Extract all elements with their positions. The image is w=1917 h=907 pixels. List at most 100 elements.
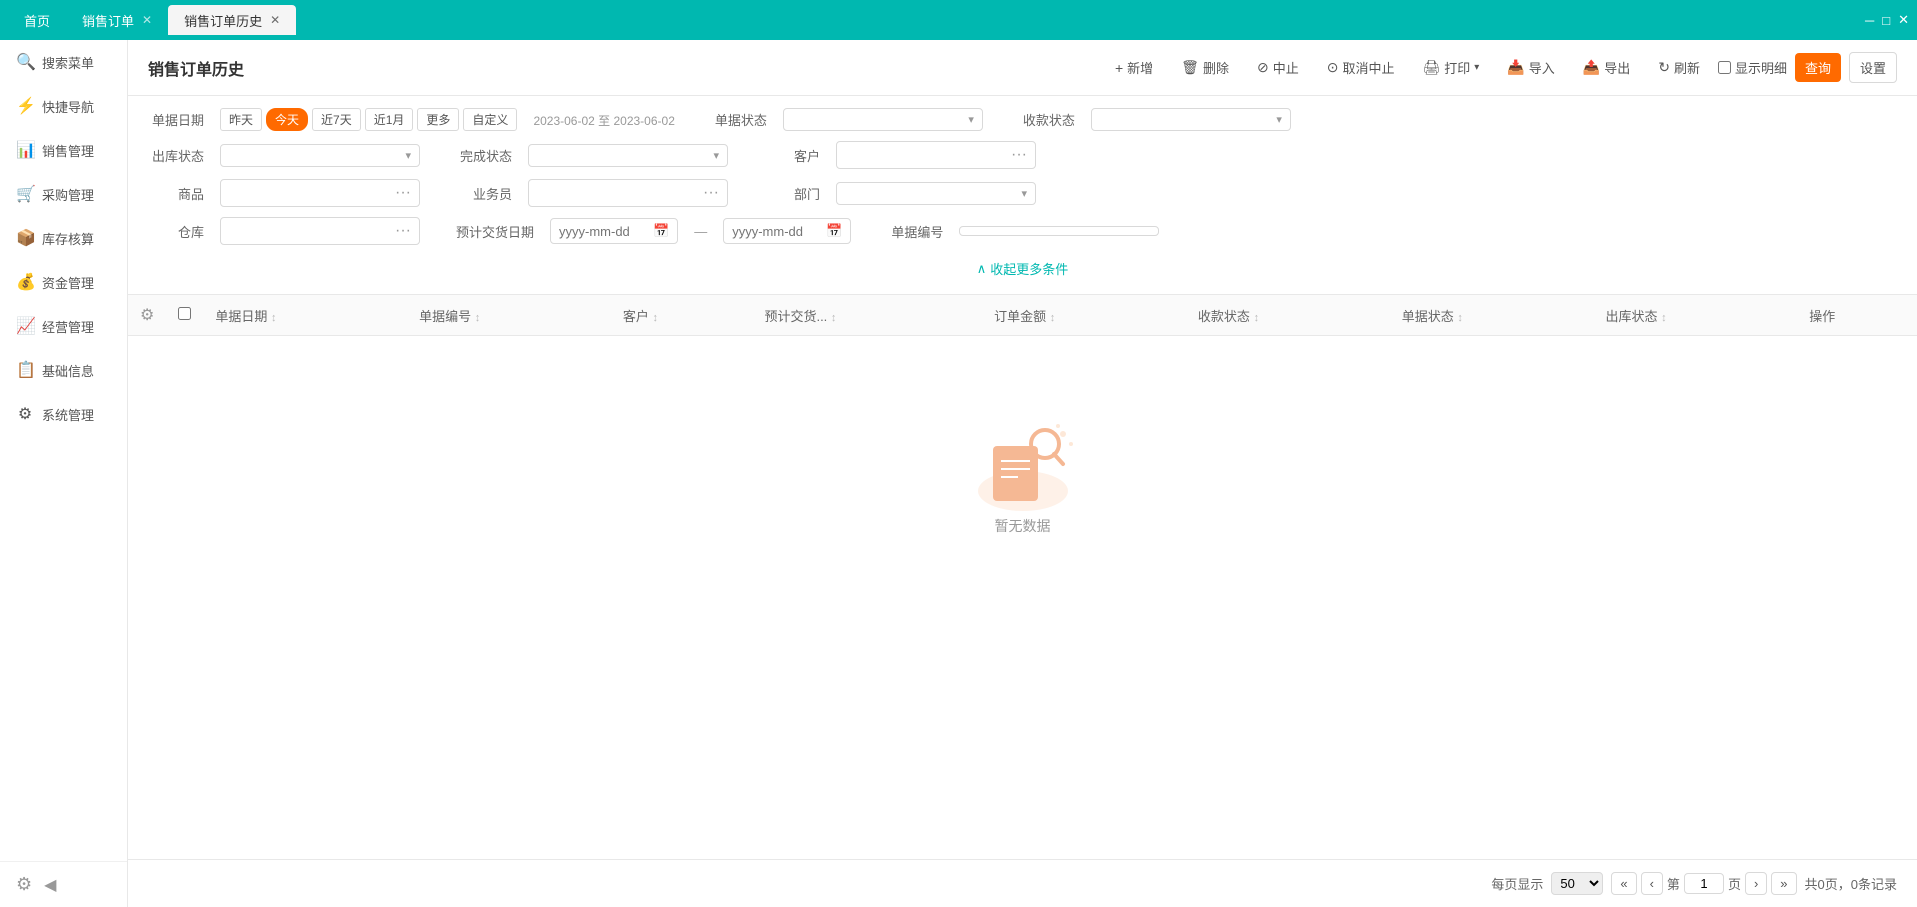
delivery-status-select[interactable]: ▾ (220, 144, 420, 167)
collapse-button[interactable]: ∧ 收起更多条件 (148, 255, 1897, 282)
query-label: 查询 (1805, 58, 1831, 77)
table-settings-icon[interactable]: ⚙ (140, 307, 154, 324)
sidebar-item-quick-nav[interactable]: ⚡ 快捷导航 (0, 84, 127, 128)
col-customer[interactable]: 客户 (611, 295, 753, 336)
display-detail-toggle[interactable]: 显示明细 (1718, 58, 1787, 77)
date-group: 昨天 今天 近7天 近1月 更多 自定义 2023-06-02 至 2023-0… (220, 108, 675, 131)
stop-button[interactable]: ⊘ 中止 (1247, 53, 1309, 82)
tab-sales-order-history[interactable]: 销售订单历史 ✕ (168, 5, 296, 35)
cancel-stop-button[interactable]: ⊙ 取消中止 (1317, 53, 1405, 82)
delete-button[interactable]: 🗑 删除 (1171, 53, 1239, 82)
filter-row-3: 商品 ··· 业务员 ··· 部门 ▾ (148, 179, 1897, 207)
tab-sales-order-close[interactable]: ✕ (142, 13, 152, 27)
bill-no-label: 单据编号 (887, 222, 943, 241)
delivery-status-label: 出库状态 (148, 146, 204, 165)
sidebar-item-sys-mgmt[interactable]: ⚙ 系统管理 (0, 392, 127, 436)
product-dots-icon[interactable]: ··· (395, 184, 411, 202)
print-label: 打印 (1444, 58, 1470, 77)
date-range-text: 2023-06-02 至 2023-06-02 (533, 112, 674, 129)
print-arrow-icon: ▾ (1474, 62, 1479, 73)
sidebar: 🔍 搜索菜单 ⚡ 快捷导航 📊 销售管理 🛒 采购管理 📦 库存核算 💰 资金管… (0, 40, 128, 907)
expected-date-label: 预计交货日期 (456, 222, 534, 241)
close-btn[interactable]: ✕ (1898, 12, 1909, 28)
minimize-btn[interactable]: ─ (1865, 13, 1874, 28)
window-controls: ─ □ ✕ (1865, 12, 1909, 28)
display-detail-label: 显示明细 (1735, 58, 1787, 77)
col-bill-status[interactable]: 单据状态 (1390, 295, 1594, 336)
sidebar-item-sales-mgmt[interactable]: 📊 销售管理 (0, 128, 127, 172)
query-button[interactable]: 查询 (1795, 53, 1841, 82)
prev-page-btn[interactable]: ‹ (1641, 872, 1663, 895)
main-layout: 🔍 搜索菜单 ⚡ 快捷导航 📊 销售管理 🛒 采购管理 📦 库存核算 💰 资金管… (0, 40, 1917, 907)
sidebar-item-base-info[interactable]: 📋 基础信息 (0, 348, 127, 392)
col-payment-status-label: 收款状态 (1198, 309, 1250, 324)
tab-sales-order-history-close[interactable]: ✕ (270, 13, 280, 27)
sidebar-item-purchase-mgmt[interactable]: 🛒 采购管理 (0, 172, 127, 216)
warehouse-input[interactable]: ··· (220, 217, 420, 245)
sales-mgmt-icon: 📊 (16, 140, 34, 160)
salesman-input[interactable]: ··· (528, 179, 728, 207)
col-date[interactable]: 单据日期 (203, 295, 407, 336)
salesman-dots-icon[interactable]: ··· (703, 184, 719, 202)
complete-status-select[interactable]: ▾ (528, 144, 728, 167)
pagination-nav: « ‹ 第 页 › » (1611, 872, 1796, 895)
warehouse-dots-icon[interactable]: ··· (395, 222, 411, 240)
print-icon: 🖨 (1422, 59, 1440, 76)
date-btn-more[interactable]: 更多 (417, 108, 459, 131)
payment-status-select[interactable]: ▾ (1091, 108, 1291, 131)
empty-illustration (963, 416, 1083, 516)
stop-label: 中止 (1273, 58, 1299, 77)
customer-dots-icon[interactable]: ··· (1011, 146, 1027, 164)
refresh-button[interactable]: ↻ 刷新 (1648, 53, 1710, 82)
maximize-btn[interactable]: □ (1882, 13, 1890, 28)
page-size-select[interactable]: 50 100 200 (1551, 872, 1603, 895)
col-expected-delivery[interactable]: 预计交货... (752, 295, 982, 336)
sidebar-item-search-menu[interactable]: 🔍 搜索菜单 (0, 40, 127, 84)
customer-input[interactable]: ··· (836, 141, 1036, 169)
expected-date-from-icon[interactable]: 📅 (653, 223, 669, 239)
import-icon: 📥 (1507, 59, 1524, 76)
export-button[interactable]: 📤 导出 (1573, 53, 1640, 82)
date-btn-7days[interactable]: 近7天 (312, 108, 361, 131)
col-order-amount[interactable]: 订单金额 (982, 295, 1186, 336)
expected-date-to-input[interactable] (732, 224, 822, 239)
col-bill-no[interactable]: 单据编号 (407, 295, 611, 336)
bill-no-input[interactable] (959, 226, 1159, 236)
import-button[interactable]: 📥 导入 (1497, 53, 1564, 82)
date-btn-yesterday[interactable]: 昨天 (220, 108, 262, 131)
next-page-btn[interactable]: › (1745, 872, 1767, 895)
first-page-btn[interactable]: « (1611, 872, 1636, 895)
last-page-btn[interactable]: » (1771, 872, 1796, 895)
tab-sales-order-history-label: 销售订单历史 (184, 11, 262, 30)
col-order-amount-label: 订单金额 (994, 309, 1046, 324)
add-button[interactable]: + 新增 (1105, 53, 1163, 82)
bill-status-select[interactable]: ▾ (783, 108, 983, 131)
import-label: 导入 (1529, 58, 1555, 77)
settings-button[interactable]: 设置 (1849, 52, 1897, 83)
current-page-input[interactable] (1684, 873, 1724, 894)
expected-date-from-group: 📅 (550, 218, 678, 244)
dept-select[interactable]: ▾ (836, 182, 1036, 205)
display-detail-checkbox[interactable] (1718, 61, 1731, 74)
date-btn-custom[interactable]: 自定义 (463, 108, 517, 131)
date-btn-today[interactable]: 今天 (266, 108, 308, 131)
tab-sales-order[interactable]: 销售订单 ✕ (66, 5, 168, 35)
expected-date-to-icon[interactable]: 📅 (826, 223, 842, 239)
date-separator: — (694, 224, 707, 239)
sidebar-item-finance[interactable]: 💰 资金管理 (0, 260, 127, 304)
tab-home[interactable]: 首页 (8, 5, 66, 35)
sidebar-settings-icon[interactable]: ⚙ (16, 874, 32, 895)
date-btn-1month[interactable]: 近1月 (365, 108, 414, 131)
sidebar-collapse-icon[interactable]: ◀ (44, 875, 56, 895)
sidebar-item-operations[interactable]: 📈 经营管理 (0, 304, 127, 348)
col-payment-status[interactable]: 收款状态 (1186, 295, 1390, 336)
dept-label: 部门 (764, 184, 820, 203)
product-input[interactable]: ··· (220, 179, 420, 207)
bill-status-label: 单据状态 (711, 110, 767, 129)
col-delivery-status[interactable]: 出库状态 (1593, 295, 1797, 336)
print-button[interactable]: 🖨 打印 ▾ (1412, 53, 1489, 82)
filter-area: 单据日期 昨天 今天 近7天 近1月 更多 自定义 2023-06-02 至 2… (128, 96, 1917, 295)
sidebar-item-inventory[interactable]: 📦 库存核算 (0, 216, 127, 260)
select-all-checkbox[interactable] (178, 307, 191, 320)
expected-date-from-input[interactable] (559, 224, 649, 239)
